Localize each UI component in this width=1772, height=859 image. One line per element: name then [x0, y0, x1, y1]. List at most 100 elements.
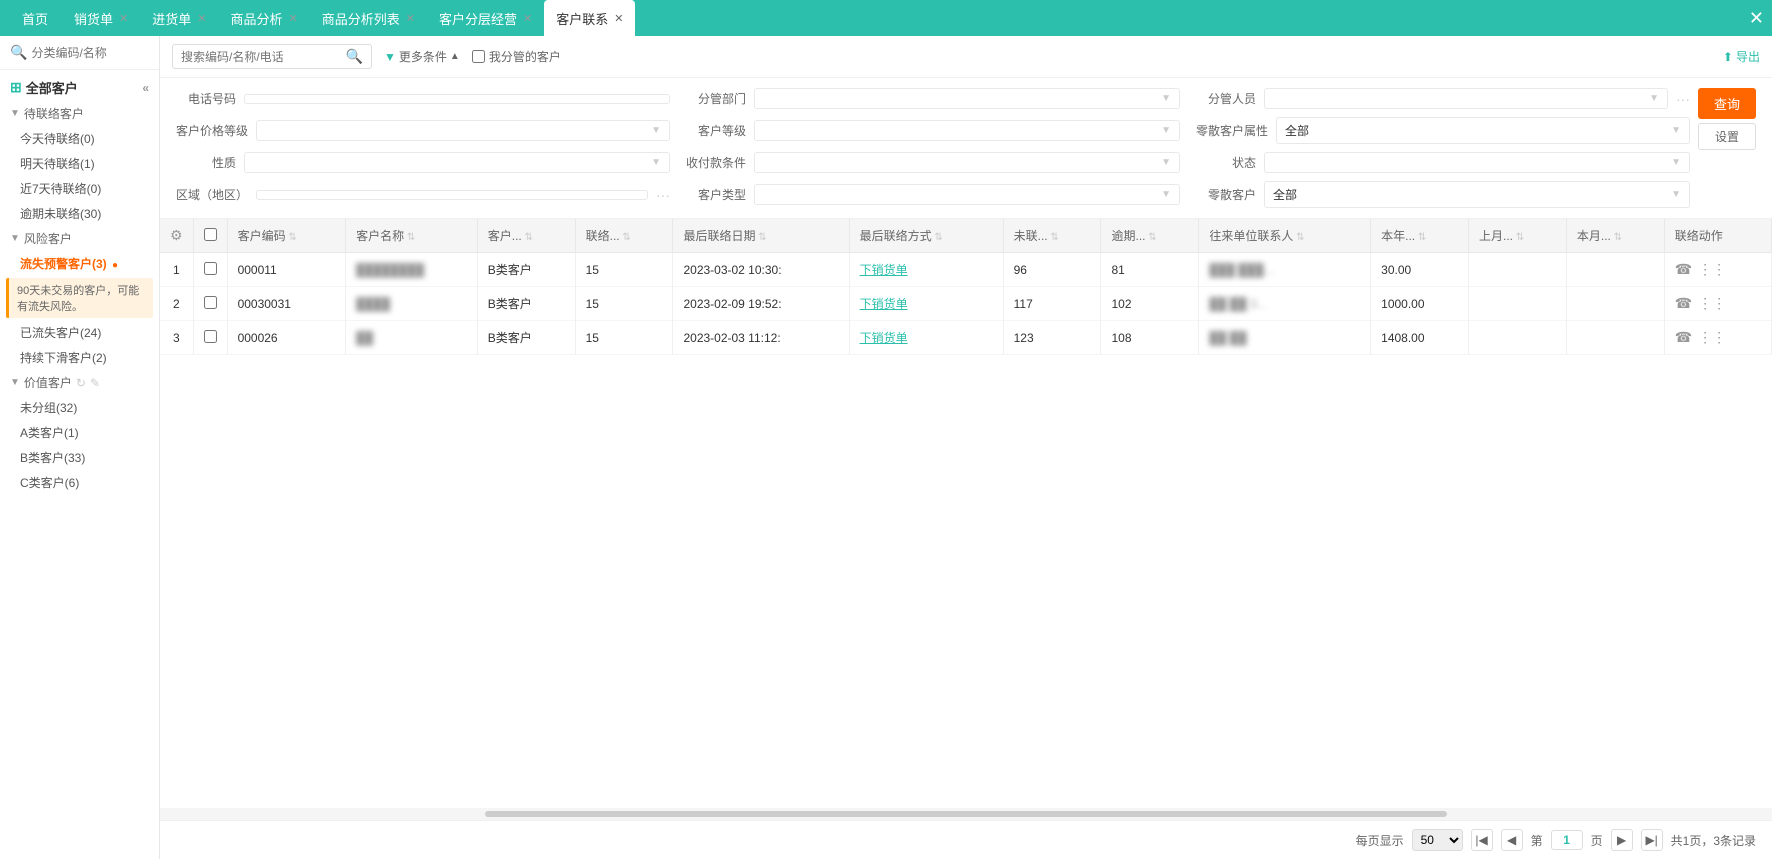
th-overdue[interactable]: 逾期...: [1101, 219, 1199, 253]
th-type[interactable]: 客户...: [477, 219, 575, 253]
th-last-month[interactable]: 上月...: [1469, 219, 1567, 253]
nav-tab-sales[interactable]: 销货单 ✕: [62, 0, 140, 36]
close-customer-contact-tab[interactable]: ✕: [614, 12, 623, 25]
chevron-down-icon: ▼: [10, 108, 20, 119]
th-no-contact[interactable]: 未联...: [1003, 219, 1101, 253]
th-this-year[interactable]: 本年...: [1371, 219, 1469, 253]
th-last-method[interactable]: 最后联络方式: [849, 219, 1003, 253]
th-last-date[interactable]: 最后联络日期: [673, 219, 849, 253]
th-name[interactable]: 客户名称: [346, 219, 478, 253]
first-page-btn[interactable]: |◀: [1471, 829, 1493, 851]
sidebar-item-7days[interactable]: 近7天待联络(0): [0, 176, 159, 201]
th-code[interactable]: 客户编码: [227, 219, 346, 253]
sidebar-item-overdue[interactable]: 逾期未联络(30): [0, 201, 159, 226]
field-phone-input[interactable]: [244, 94, 670, 104]
th-checkbox[interactable]: [193, 219, 227, 253]
sidebar-item-b-class[interactable]: B类客户(33): [0, 445, 159, 470]
sidebar-item-a-class[interactable]: A类客户(1): [0, 420, 159, 445]
nav-tab-customer-contact[interactable]: 客户联系 ✕: [544, 0, 635, 36]
close-all-btn[interactable]: ✕: [1749, 8, 1764, 29]
sidebar-all-customers[interactable]: ⊞ 全部客户 «: [0, 70, 159, 101]
close-sales-tab[interactable]: ✕: [119, 12, 128, 25]
next-page-btn[interactable]: ▶: [1611, 829, 1633, 851]
field-dept-select[interactable]: ▼: [754, 88, 1180, 109]
row-num: 2: [160, 287, 193, 321]
th-contact[interactable]: 联络...: [575, 219, 673, 253]
nav-tab-customer-tier[interactable]: 客户分层经营 ✕: [427, 0, 544, 36]
row-checkbox[interactable]: [204, 296, 217, 309]
field-status-select[interactable]: ▼: [1264, 152, 1690, 173]
field-price-level-select[interactable]: ▼: [256, 120, 670, 141]
refresh-icon[interactable]: ↻: [76, 376, 86, 390]
close-purchase-tab[interactable]: ✕: [197, 12, 206, 25]
field-manager-select[interactable]: ▼: [1264, 88, 1668, 109]
sidebar-group-pending[interactable]: ▼ 待联络客户: [0, 101, 159, 126]
prev-page-btn[interactable]: ◀: [1501, 829, 1523, 851]
row-last-method[interactable]: 下销货单: [849, 253, 1003, 287]
nav-tab-home[interactable]: 首页: [8, 0, 62, 36]
action-more-icon[interactable]: ⋮⋮: [1698, 329, 1726, 346]
settings-btn[interactable]: 设置: [1698, 123, 1756, 150]
horizontal-scrollbar[interactable]: [160, 808, 1772, 820]
settings-icon[interactable]: ⚙: [170, 227, 183, 243]
sidebar-search-input[interactable]: [31, 46, 160, 60]
th-contacts[interactable]: 往来单位联系人: [1199, 219, 1371, 253]
nav-tab-product-list[interactable]: 商品分析列表 ✕: [310, 0, 427, 36]
field-price-level-label: 客户价格等级: [176, 122, 248, 139]
search-input[interactable]: [181, 50, 342, 64]
scrollbar-thumb[interactable]: [485, 811, 1447, 817]
field-nature-select[interactable]: ▼: [244, 152, 670, 173]
manager-ellipsis-btn[interactable]: ···: [1676, 91, 1690, 107]
query-btn[interactable]: 查询: [1698, 88, 1756, 119]
row-last-method[interactable]: 下销货单: [849, 321, 1003, 355]
row-checkbox-cell: [193, 287, 227, 321]
my-customers-check[interactable]: [472, 50, 485, 63]
sidebar-item-declining[interactable]: 持续下滑客户(2): [0, 345, 159, 370]
nav-tab-product-analysis[interactable]: 商品分析 ✕: [218, 0, 309, 36]
sidebar-item-c-class[interactable]: C类客户(6): [0, 470, 159, 495]
edit-icon[interactable]: ✎: [90, 376, 100, 390]
export-btn[interactable]: ⬆ 导出: [1723, 48, 1760, 65]
action-contact-icon[interactable]: ☎: [1675, 295, 1692, 312]
last-page-btn[interactable]: ▶|: [1641, 829, 1663, 851]
sidebar-item-ungrouped[interactable]: 未分组(32): [0, 395, 159, 420]
action-contact-icon[interactable]: ☎: [1675, 261, 1692, 278]
sidebar-group-value[interactable]: ▼ 价值客户 ↻ ✎: [0, 370, 159, 395]
nav-tab-purchase[interactable]: 进货单 ✕: [140, 0, 218, 36]
field-retail-select[interactable]: 全部▼: [1264, 181, 1690, 208]
sidebar-item-churn-warning[interactable]: 流失预警客户(3) ●: [0, 251, 159, 276]
action-more-icon[interactable]: ⋮⋮: [1698, 295, 1726, 312]
more-conditions-btn[interactable]: ▼ 更多条件 ▲: [384, 48, 460, 65]
row-checkbox[interactable]: [204, 330, 217, 343]
table-row: 3 000026 ██ B类客户 15 2023-02-03 11:12: 下销…: [160, 321, 1772, 355]
field-customer-type-select[interactable]: ▼: [754, 184, 1180, 205]
chevron-down-icon-3: ▼: [10, 377, 20, 388]
row-last-method[interactable]: 下销货单: [849, 287, 1003, 321]
th-this-month[interactable]: 本月...: [1566, 219, 1664, 253]
region-ellipsis-btn[interactable]: ···: [656, 187, 670, 203]
field-payment-select[interactable]: ▼: [754, 152, 1180, 173]
action-more-icon[interactable]: ⋮⋮: [1698, 261, 1726, 278]
select-all-checkbox[interactable]: [204, 228, 217, 241]
per-page-select[interactable]: 50 20 100: [1412, 829, 1463, 851]
th-settings[interactable]: ⚙: [160, 219, 193, 253]
search-btn-icon[interactable]: 🔍: [346, 48, 363, 65]
close-product-tab[interactable]: ✕: [289, 12, 298, 25]
field-payment-label: 收付款条件: [686, 154, 746, 171]
sidebar-item-lost[interactable]: 已流失客户(24): [0, 320, 159, 345]
row-checkbox[interactable]: [204, 262, 217, 275]
current-page-input[interactable]: [1551, 830, 1583, 850]
sidebar-group-risk[interactable]: ▼ 风险客户: [0, 226, 159, 251]
close-customer-tier-tab[interactable]: ✕: [523, 12, 532, 25]
row-name: ██: [346, 321, 478, 355]
field-customer-level-select[interactable]: ▼: [754, 120, 1180, 141]
close-product-list-tab[interactable]: ✕: [406, 12, 415, 25]
field-phone: 电话号码: [176, 90, 670, 107]
sidebar-item-today[interactable]: 今天待联络(0): [0, 126, 159, 151]
field-region-select[interactable]: [256, 190, 648, 200]
collapse-sidebar-btn[interactable]: «: [142, 81, 149, 95]
field-retail-attr-select[interactable]: 全部▼: [1276, 117, 1690, 144]
action-contact-icon[interactable]: ☎: [1675, 329, 1692, 346]
row-num: 1: [160, 253, 193, 287]
sidebar-item-tomorrow[interactable]: 明天待联络(1): [0, 151, 159, 176]
